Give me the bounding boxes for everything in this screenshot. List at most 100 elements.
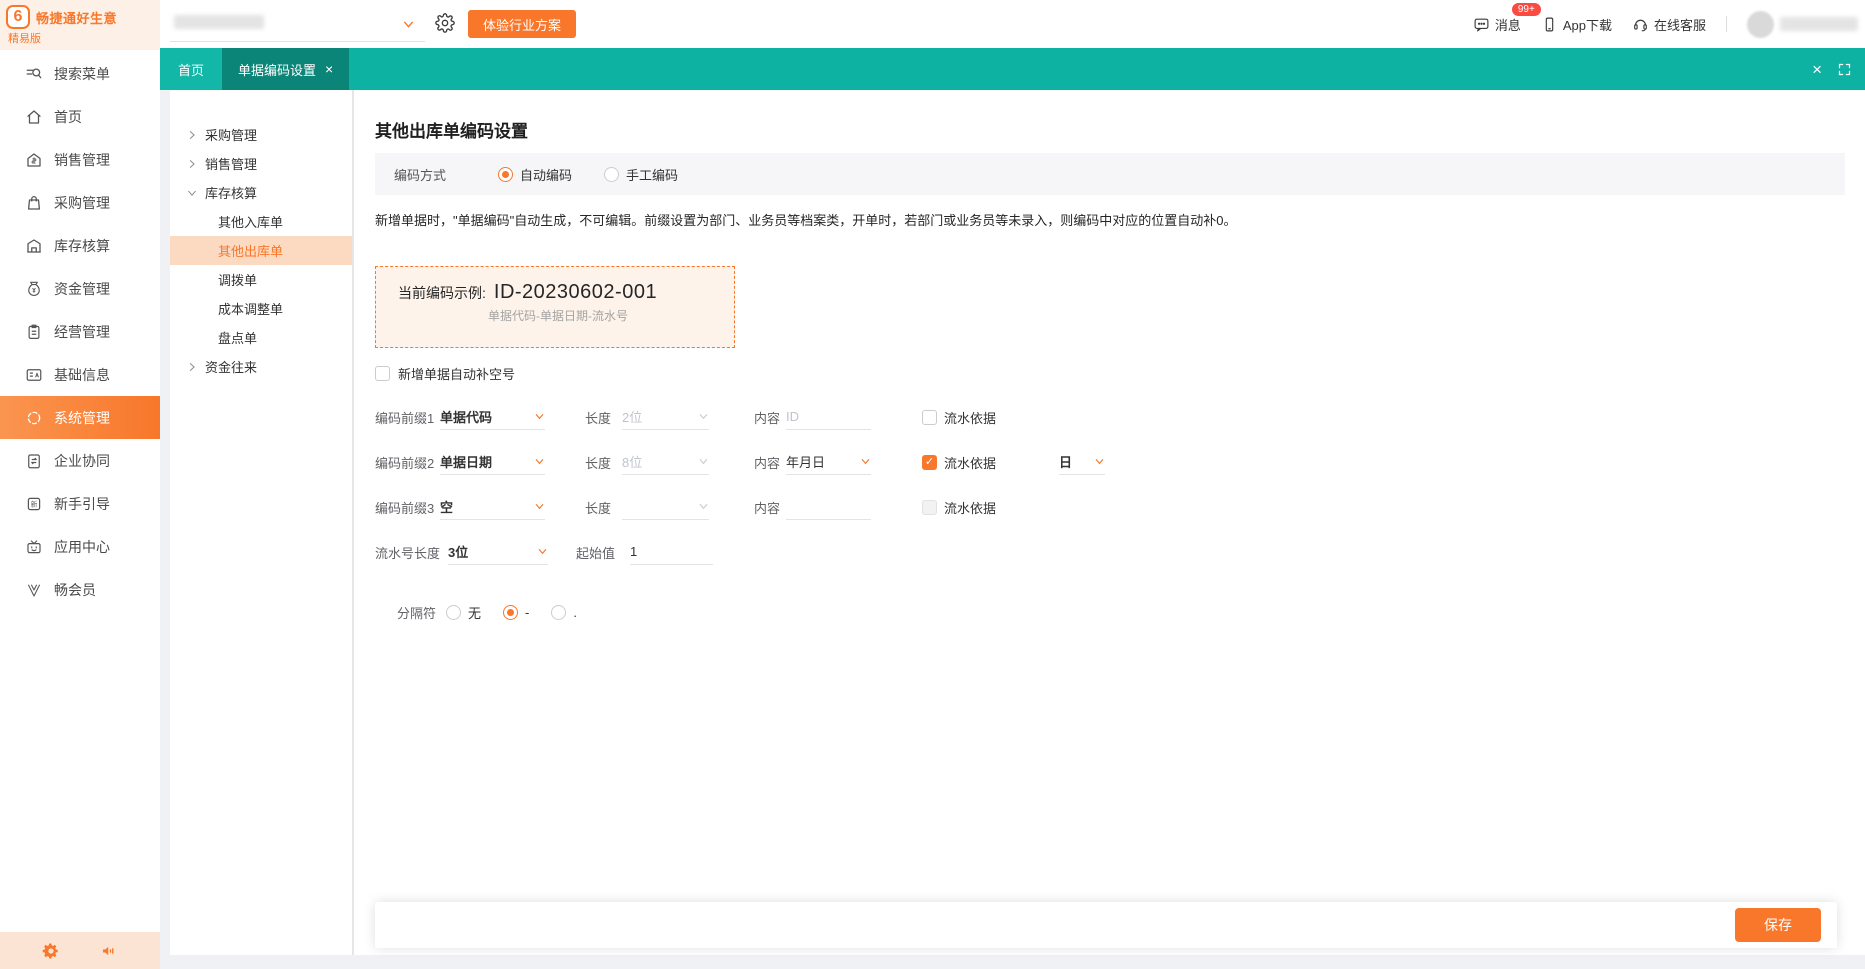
save-button[interactable]: 保存	[1735, 908, 1821, 942]
submenu-item-transfer-order[interactable]: 调拨单	[170, 265, 352, 294]
settings-gear-icon[interactable]	[42, 942, 60, 960]
company-name-redacted	[174, 15, 264, 29]
home-icon	[25, 108, 43, 126]
panel-divider	[352, 90, 354, 955]
tab-close-icon[interactable]: ×	[325, 62, 333, 76]
content-label: 内容	[754, 408, 781, 427]
sidebar-item-label: 基础信息	[54, 365, 110, 385]
prefix3-label: 编码前缀3	[375, 498, 440, 517]
prefix1-length-select[interactable]: 2位	[622, 404, 709, 430]
start-value-input[interactable]	[630, 539, 713, 565]
radio-auto-coding[interactable]: 自动编码	[498, 165, 572, 184]
prefix3-content-input[interactable]	[786, 494, 871, 520]
chevron-right-icon	[187, 159, 197, 169]
sidebar-item-label: 首页	[54, 107, 82, 127]
tab-home[interactable]: 首页	[160, 48, 222, 90]
collaboration-icon	[25, 452, 43, 470]
submenu-item-label: 资金往来	[205, 357, 257, 376]
sidebar-item-guide[interactable]: 新 新手引导	[0, 482, 160, 525]
submenu-panel: 采购管理 销售管理 库存核算 其他入库单 其他出库单 调拨单 成本调整单 盘点单…	[170, 90, 352, 955]
prefix2-content-select[interactable]: 年月日	[786, 449, 871, 475]
coding-mode-bar: 编码方式 自动编码 手工编码	[375, 153, 1845, 195]
checkbox-checked-icon[interactable]	[922, 455, 937, 470]
user-account[interactable]	[1747, 11, 1858, 38]
checkbox-icon[interactable]	[375, 366, 390, 381]
member-icon	[25, 581, 43, 599]
submenu-item-label: 调拨单	[218, 270, 257, 289]
app-download-label: App下载	[1563, 15, 1612, 34]
checkbox-icon[interactable]	[922, 410, 937, 425]
volume-mute-icon[interactable]	[100, 942, 118, 960]
chevron-down-icon	[698, 501, 709, 512]
submenu-item-sales[interactable]: 销售管理	[170, 149, 352, 178]
sidebar-item-operations[interactable]: 经营管理	[0, 310, 160, 353]
submenu-item-cost-adjustment[interactable]: 成本调整单	[170, 294, 352, 323]
radio-manual-coding[interactable]: 手工编码	[604, 165, 678, 184]
gear-icon[interactable]	[435, 13, 455, 33]
sidebar-item-label: 销售管理	[54, 150, 110, 170]
sidebar-item-label: 经营管理	[54, 322, 110, 342]
sidebar-item-search-menu[interactable]: 搜索菜单	[0, 52, 160, 95]
operations-icon	[25, 323, 43, 341]
submenu-item-label: 销售管理	[205, 154, 257, 173]
submenu-item-stocktake[interactable]: 盘点单	[170, 323, 352, 352]
brand-area: 6 畅捷通好生意 精易版	[0, 0, 160, 50]
content-label: 内容	[754, 498, 781, 517]
serial-length-select[interactable]: 3位	[448, 539, 548, 565]
online-support-button[interactable]: 在线客服	[1632, 15, 1706, 34]
example-label: 当前编码示例:	[398, 283, 486, 303]
prefix-row-3: 编码前缀3 空 长度 内容 流水依据	[375, 494, 996, 520]
submenu-item-other-inbound[interactable]: 其他入库单	[170, 207, 352, 236]
tab-document-code-settings[interactable]: 单据编码设置 ×	[222, 48, 349, 90]
prefix1-type-select[interactable]: 单据代码	[440, 404, 545, 430]
example-code: ID-20230602-001	[494, 281, 657, 304]
serial-length-row: 流水号长度 3位 起始值	[375, 539, 713, 565]
length-label: 长度	[585, 408, 612, 427]
messages-button[interactable]: 消息 99+	[1473, 15, 1521, 34]
submenu-item-inventory-accounting[interactable]: 库存核算	[170, 178, 352, 207]
serial-unit-select[interactable]: 日	[1059, 449, 1105, 475]
tab-label: 首页	[178, 60, 204, 79]
chevron-down-icon	[187, 188, 197, 198]
prefix3-length-select[interactable]	[622, 494, 709, 520]
header-divider	[1726, 16, 1727, 32]
chevron-down-icon	[698, 456, 709, 467]
company-select[interactable]	[170, 6, 425, 42]
chevron-down-icon	[534, 411, 545, 422]
submenu-item-other-outbound[interactable]: 其他出库单	[170, 236, 352, 265]
example-hint: 单据代码-单据日期-流水号	[488, 307, 734, 324]
headset-icon	[1632, 16, 1649, 33]
guide-icon: 新	[25, 495, 43, 513]
brand-name: 畅捷通好生意	[36, 8, 117, 27]
sidebar-item-member[interactable]: 畅会员	[0, 568, 160, 611]
app-download-button[interactable]: App下载	[1541, 15, 1612, 34]
radio-separator-dot[interactable]: .	[551, 605, 577, 620]
sales-icon	[25, 151, 43, 169]
prefix2-length-select[interactable]: 8位	[622, 449, 709, 475]
submenu-item-purchase[interactable]: 采购管理	[170, 120, 352, 149]
avatar	[1747, 11, 1774, 38]
message-icon	[1473, 16, 1490, 33]
sidebar-item-system[interactable]: 系统管理	[0, 396, 160, 439]
close-all-icon[interactable]: ×	[1812, 61, 1822, 78]
submenu-item-fund-transactions[interactable]: 资金往来	[170, 352, 352, 381]
fullscreen-icon[interactable]	[1837, 62, 1852, 77]
serial-length-label: 流水号长度	[375, 543, 440, 562]
prefix1-content-input[interactable]	[786, 404, 871, 430]
sidebar-item-collaboration[interactable]: 企业协同	[0, 439, 160, 482]
sidebar-item-purchase[interactable]: 采购管理	[0, 181, 160, 224]
submenu-item-label: 成本调整单	[218, 299, 283, 318]
radio-separator-dash[interactable]: -	[503, 605, 529, 620]
sidebar-item-app-center[interactable]: 应用中心	[0, 525, 160, 568]
autofill-checkbox-row[interactable]: 新增单据自动补空号	[375, 364, 515, 383]
sidebar-item-sales[interactable]: 销售管理	[0, 138, 160, 181]
sidebar-item-inventory[interactable]: 库存核算	[0, 224, 160, 267]
trial-plan-button[interactable]: 体验行业方案	[468, 10, 576, 38]
separator-row: 分隔符 无 - .	[397, 599, 599, 625]
radio-separator-none[interactable]: 无	[446, 603, 481, 622]
sidebar-item-basic-info[interactable]: 基础信息	[0, 353, 160, 396]
sidebar-item-home[interactable]: 首页	[0, 95, 160, 138]
sidebar-item-funds[interactable]: 资金管理	[0, 267, 160, 310]
prefix3-type-select[interactable]: 空	[440, 494, 545, 520]
prefix2-type-select[interactable]: 单据日期	[440, 449, 545, 475]
